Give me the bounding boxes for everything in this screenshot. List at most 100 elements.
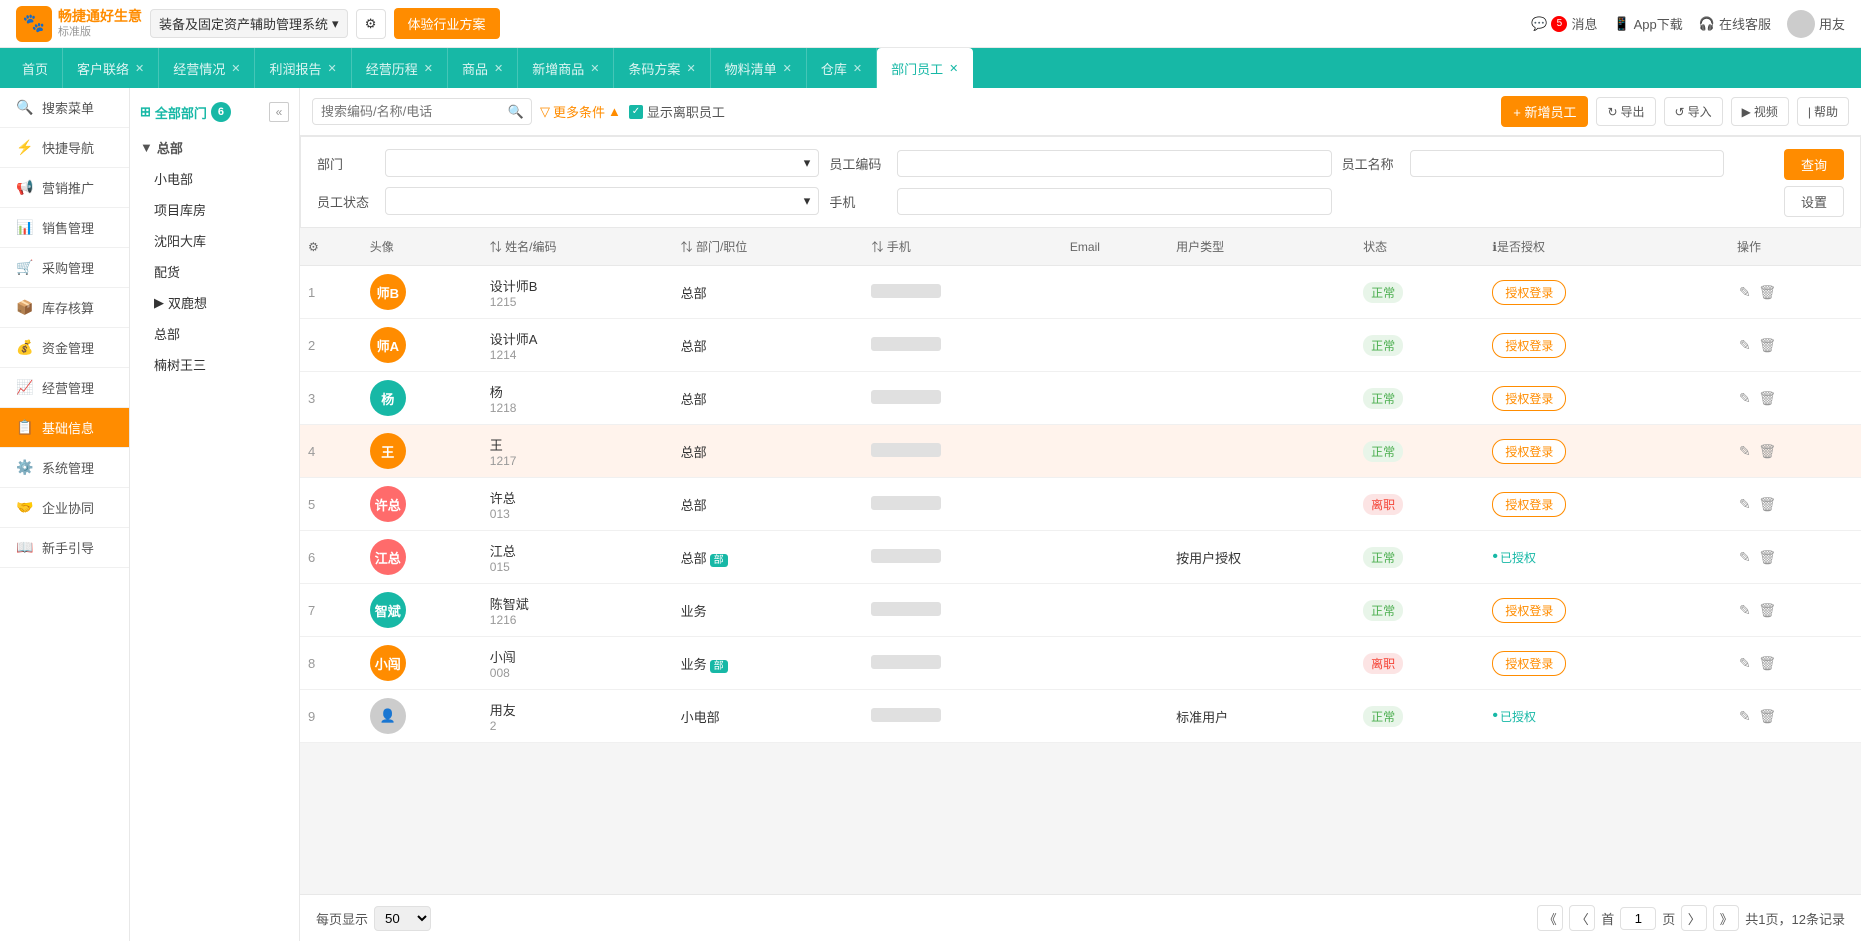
search-input[interactable] [312,98,532,125]
last-page-button[interactable]: 》 [1713,905,1739,931]
delete-icon[interactable]: 🗑 [1758,602,1776,618]
edit-icon[interactable]: ✎ [1739,390,1751,406]
set-button[interactable]: 设置 [1784,186,1844,217]
sidebar-item-search[interactable]: 🔍 搜索菜单 [0,88,129,128]
show-resign-toggle[interactable]: ✓ 显示离职员工 [629,102,725,121]
tab-history[interactable]: 经营历程 ✕ [352,48,448,88]
close-icon[interactable]: ✕ [328,62,337,75]
close-icon[interactable]: ✕ [590,62,599,75]
edit-icon[interactable]: ✎ [1739,496,1751,512]
delete-icon[interactable]: 🗑 [1758,708,1776,724]
settings-icon[interactable]: ⚙ [308,240,319,254]
close-icon[interactable]: ✕ [424,62,433,75]
sidebar-item-guide[interactable]: 📖 新手引导 [0,528,129,568]
sidebar-item-basic[interactable]: 📋 基础信息 [0,408,129,448]
delete-icon[interactable]: 🗑 [1758,337,1776,353]
view-button[interactable]: ▶ 视频 [1731,97,1789,126]
auth-button[interactable]: 授权登录 [1492,333,1566,358]
edit-icon[interactable]: ✎ [1739,602,1751,618]
dept-node-xmkf[interactable]: 项目库房 [130,194,299,225]
close-icon[interactable]: ✕ [231,62,240,75]
edit-icon[interactable]: ✎ [1739,655,1751,671]
auth-button[interactable]: 授权登录 [1492,280,1566,305]
auth-button[interactable]: 授权登录 [1492,439,1566,464]
close-icon[interactable]: ✕ [853,62,862,75]
dept-collapse-button[interactable]: « [269,102,289,122]
first-page-button[interactable]: 《 [1537,905,1563,931]
sidebar-item-marketing[interactable]: 📢 营销推广 [0,168,129,208]
close-icon[interactable]: ✕ [783,62,792,75]
system-select[interactable]: 装备及固定资产辅助管理系统 ▾ [150,9,348,38]
auth-button[interactable]: 授权登录 [1492,651,1566,676]
tab-operation[interactable]: 经营情况 ✕ [159,48,255,88]
tab-barcode[interactable]: 条码方案 ✕ [614,48,710,88]
export-button[interactable]: ↻ 导出 [1596,97,1655,126]
sort-icon[interactable]: ⇅ [490,240,502,254]
delete-icon[interactable]: 🗑 [1758,284,1776,300]
dept-avatar-count[interactable]: 6 [211,102,231,122]
prev-page-button[interactable]: 〈 [1569,905,1595,931]
trial-button[interactable]: 体验行业方案 [394,8,500,39]
sidebar-item-finance[interactable]: 💰 资金管理 [0,328,129,368]
edit-icon[interactable]: ✎ [1739,443,1751,459]
page-size-select[interactable]: 50 100 [374,906,431,931]
tab-add-goods[interactable]: 新增商品 ✕ [518,48,614,88]
close-icon[interactable]: ✕ [135,62,144,75]
tab-warehouse[interactable]: 仓库 ✕ [807,48,877,88]
next-page-button[interactable]: 〉 [1681,905,1707,931]
filter-empstatus-select[interactable]: ▾ [385,187,819,215]
filter-phone-input[interactable] [897,188,1331,215]
dept-node-group[interactable]: ▼ 总部 [130,132,299,163]
user-area[interactable]: 用友 [1787,10,1845,38]
sidebar-item-system[interactable]: ⚙️ 系统管理 [0,448,129,488]
tab-home[interactable]: 首页 [8,48,63,88]
sidebar-item-purchase[interactable]: 🛒 采购管理 [0,248,129,288]
edit-icon[interactable]: ✎ [1739,337,1751,353]
add-employee-button[interactable]: + 新增员工 [1501,96,1588,127]
sidebar-item-sales[interactable]: 📊 销售管理 [0,208,129,248]
tab-customer[interactable]: 客户联络 ✕ [63,48,159,88]
auth-button[interactable]: 授权登录 [1492,492,1566,517]
sidebar-item-operation[interactable]: 📈 经营管理 [0,368,129,408]
tab-bom[interactable]: 物料清单 ✕ [711,48,807,88]
dept-node-ph[interactable]: 配货 [130,256,299,287]
sidebar-item-quick[interactable]: ⚡ 快捷导航 [0,128,129,168]
sidebar-item-inventory[interactable]: 📦 库存核算 [0,288,129,328]
delete-icon[interactable]: 🗑 [1758,390,1776,406]
message-button[interactable]: 💬 5 消息 [1531,14,1597,33]
dept-node-sl[interactable]: ▶ 双鹿想 [130,287,299,318]
delete-icon[interactable]: 🗑 [1758,549,1776,565]
tab-goods[interactable]: 商品 ✕ [448,48,518,88]
sort-icon3[interactable]: ⇅ [871,240,883,254]
dept-node-syk[interactable]: 沈阳大库 [130,225,299,256]
dept-node-xd[interactable]: 小电部 [130,163,299,194]
filter-empcode-input[interactable] [897,150,1331,177]
dept-node-nsw[interactable]: 楠树王三 [130,349,299,380]
close-icon[interactable]: ✕ [686,62,695,75]
dept-node-zb[interactable]: 总部 [130,318,299,349]
more-button[interactable]: | 帮助 [1797,97,1849,126]
tab-profit[interactable]: 利润报告 ✕ [255,48,351,88]
query-button[interactable]: 查询 [1784,149,1844,180]
close-icon[interactable]: ✕ [494,62,503,75]
tab-department[interactable]: 部门员工 ✕ [877,48,973,88]
online-service-button[interactable]: 🎧 在线客服 [1699,14,1771,33]
import-button[interactable]: ↺ 导入 [1664,97,1723,126]
filter-dept-select[interactable]: ▾ [385,149,819,177]
gear-button[interactable]: ⚙ [356,9,386,39]
auth-button[interactable]: 授权登录 [1492,386,1566,411]
close-icon-active[interactable]: ✕ [949,62,958,75]
delete-icon[interactable]: 🗑 [1758,496,1776,512]
more-conditions-button[interactable]: ▽ 更多条件 ▲ [540,102,621,121]
app-download-button[interactable]: 📱 App下载 [1613,14,1682,33]
sort-icon2[interactable]: ⇅ [681,240,693,254]
filter-empname-input[interactable] [1410,150,1724,177]
delete-icon[interactable]: 🗑 [1758,443,1776,459]
edit-icon[interactable]: ✎ [1739,549,1751,565]
sidebar-item-collab[interactable]: 🤝 企业协同 [0,488,129,528]
edit-icon[interactable]: ✎ [1739,284,1751,300]
delete-icon[interactable]: 🗑 [1758,655,1776,671]
auth-button[interactable]: 授权登录 [1492,598,1566,623]
page-input[interactable] [1620,907,1656,930]
edit-icon[interactable]: ✎ [1739,708,1751,724]
